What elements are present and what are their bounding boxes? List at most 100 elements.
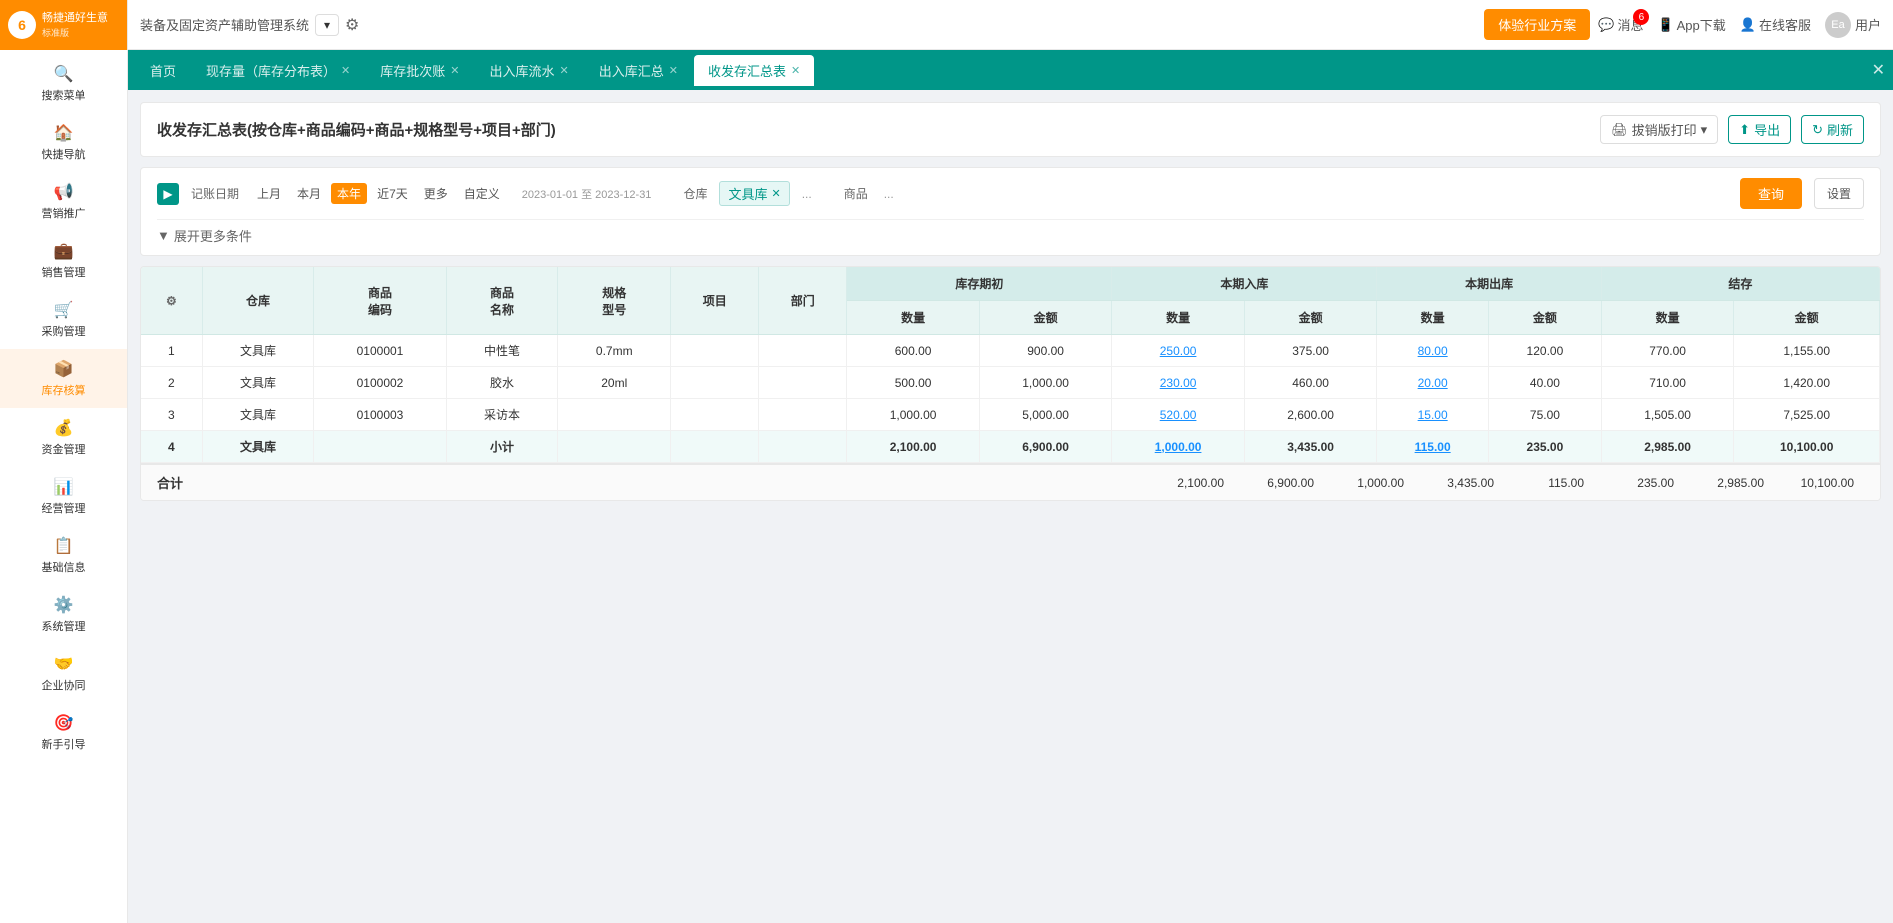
sidebar-item-quicknav[interactable]: 🏠快捷导航: [0, 113, 127, 172]
message-icon: 💬: [1598, 17, 1614, 33]
warehouse-tag[interactable]: 文具库 ✕: [719, 181, 789, 206]
td-code: [314, 431, 447, 463]
print-label: 拔销版打印: [1632, 120, 1697, 139]
tab-close-inventory_dist[interactable]: ✕: [341, 64, 350, 77]
tab-label-inventory_dist: 现存量（库存分布表）: [206, 61, 336, 80]
tab-home[interactable]: 首页: [136, 55, 190, 86]
footer-val-6: 2,985.00: [1694, 476, 1774, 490]
print-icon: 🖨: [1611, 122, 1628, 138]
sidebar-item-operations[interactable]: 📊经营管理: [0, 467, 127, 526]
date-btn-7days[interactable]: 近7天: [371, 183, 414, 204]
footer-total-label: 合计: [157, 473, 457, 492]
sidebar-menu: 🔍搜索菜单🏠快捷导航📢营销推广💼销售管理🛒采购管理📦库存核算💰资金管理📊经营管理…: [0, 50, 127, 923]
sidebar-item-marketing[interactable]: 📢营销推广: [0, 172, 127, 231]
date-btn-last-month[interactable]: 上月: [251, 183, 287, 204]
sidebar-item-basic[interactable]: 📋基础信息: [0, 526, 127, 585]
td-out-qty[interactable]: 115.00: [1377, 431, 1489, 463]
filter-bar: ▶ 记账日期 上月 本月 本年 近7天 更多 自定义 2023-01-01 至 …: [140, 167, 1881, 256]
export-btn[interactable]: ⬆ 导出: [1728, 115, 1791, 144]
warehouse-more-btn[interactable]: ...: [802, 187, 812, 201]
sidebar-item-system[interactable]: ⚙️ 系统管理: [0, 585, 127, 644]
tabbar-close-btn[interactable]: ✕: [1872, 60, 1885, 80]
message-action[interactable]: 💬 消息 6: [1598, 15, 1643, 34]
footer-val-0: 2,100.00: [1154, 476, 1234, 490]
user-action[interactable]: Ea 用户: [1825, 12, 1881, 38]
td-dept: [759, 335, 847, 367]
td-open-qty: 500.00: [847, 367, 980, 399]
system-icon: ⚙️: [54, 595, 74, 615]
app-download-action[interactable]: 📱 App下载: [1657, 15, 1725, 34]
td-in-qty[interactable]: 1,000.00: [1112, 431, 1245, 463]
td-in-qty[interactable]: 520.00: [1112, 399, 1245, 431]
tab-recv_send_summary[interactable]: 收发存汇总表✕: [694, 55, 814, 86]
sales-icon: 💼: [54, 241, 74, 261]
th-code: 商品编码: [314, 267, 447, 335]
date-btn-this-month[interactable]: 本月: [291, 183, 327, 204]
th-out-qty: 数量: [1377, 301, 1489, 335]
finance-icon: 💰: [54, 418, 74, 438]
service-label: 在线客服: [1759, 15, 1811, 34]
print-btn[interactable]: 🖨 拔销版打印 ▾: [1600, 115, 1718, 144]
td-out-qty[interactable]: 15.00: [1377, 399, 1489, 431]
tab-close-recv_send_summary[interactable]: ✕: [791, 64, 800, 77]
td-num: 4: [141, 431, 202, 463]
tab-label-in_out_flow: 出入库流水: [489, 61, 554, 80]
service-action[interactable]: 👤 在线客服: [1740, 15, 1811, 34]
td-in-qty[interactable]: 250.00: [1112, 335, 1245, 367]
td-in-qty[interactable]: 230.00: [1112, 367, 1245, 399]
td-close-qty: 1,505.00: [1601, 399, 1734, 431]
tab-in_out_summary[interactable]: 出入库汇总✕: [585, 55, 692, 86]
th-in-qty: 数量: [1112, 301, 1245, 335]
th-group-closing: 结存: [1601, 267, 1879, 301]
system-label: 系统管理: [42, 618, 86, 634]
td-name: 采访本: [446, 399, 558, 431]
date-btn-custom[interactable]: 自定义: [458, 183, 506, 204]
tab-close-batch[interactable]: ✕: [450, 64, 459, 77]
filter-toggle-btn[interactable]: ▶: [157, 183, 179, 205]
table-footer: 合计2,100.006,900.001,000.003,435.00115.00…: [141, 463, 1880, 500]
warehouse-tag-close[interactable]: ✕: [771, 187, 780, 200]
refresh-btn[interactable]: ↻ 刷新: [1801, 115, 1864, 144]
query-btn[interactable]: 查询: [1740, 178, 1802, 209]
td-open-qty: 600.00: [847, 335, 980, 367]
td-close-qty: 2,985.00: [1601, 431, 1734, 463]
data-table: ⚙ 仓库 商品编码 商品名称 规格型号 项目 部门 库存期初 本期入库 本期出库…: [141, 267, 1880, 463]
tab-close-in_out_summary[interactable]: ✕: [669, 64, 678, 77]
sidebar-item-newbie[interactable]: 🎯新手引导: [0, 703, 127, 762]
gear-icon[interactable]: ⚙: [345, 15, 359, 35]
tab-close-in_out_flow[interactable]: ✕: [560, 64, 569, 77]
expand-conditions-btn[interactable]: ▼ 展开更多条件: [157, 219, 1864, 245]
td-close-qty: 710.00: [1601, 367, 1734, 399]
settings-btn[interactable]: 设置: [1814, 178, 1864, 209]
sidebar-item-sales[interactable]: 💼销售管理: [0, 231, 127, 290]
newbie-label: 新手引导: [42, 736, 86, 752]
goods-more-btn[interactable]: ...: [884, 187, 894, 201]
td-num: 3: [141, 399, 202, 431]
page-title: 收发存汇总表(按仓库+商品编码+商品+规格型号+项目+部门): [157, 119, 556, 140]
th-out-amt: 金额: [1488, 301, 1601, 335]
sidebar-item-collab[interactable]: 🤝企业协同: [0, 644, 127, 703]
sidebar-item-search[interactable]: 🔍搜索菜单: [0, 54, 127, 113]
system-dropdown[interactable]: ▾: [315, 14, 339, 36]
topbar: 装备及固定资产辅助管理系统 ▾ ⚙ 体验行业方案 💬 消息 6 📱 App下载 …: [128, 0, 1893, 50]
inventory-label: 库存核算: [42, 382, 86, 398]
tab-batch[interactable]: 库存批次账✕: [366, 55, 473, 86]
main-area: 装备及固定资产辅助管理系统 ▾ ⚙ 体验行业方案 💬 消息 6 📱 App下载 …: [128, 0, 1893, 923]
date-btn-this-year[interactable]: 本年: [331, 183, 367, 204]
td-out-qty[interactable]: 20.00: [1377, 367, 1489, 399]
sidebar-item-purchase[interactable]: 🛒采购管理: [0, 290, 127, 349]
quicknav-label: 快捷导航: [42, 146, 86, 162]
footer-val-5: 235.00: [1604, 476, 1684, 490]
tab-in_out_flow[interactable]: 出入库流水 ✕: [475, 55, 582, 86]
sidebar-item-finance[interactable]: 💰资金管理: [0, 408, 127, 467]
tab-inventory_dist[interactable]: 现存量（库存分布表） ✕: [192, 55, 364, 86]
logo-badge: 标准版: [42, 26, 108, 39]
th-gear[interactable]: ⚙: [141, 267, 202, 335]
td-out-qty[interactable]: 80.00: [1377, 335, 1489, 367]
td-project: [671, 399, 759, 431]
td-out-amt: 75.00: [1488, 399, 1601, 431]
sidebar: 6 畅捷通好生意 标准版 🔍搜索菜单🏠快捷导航📢营销推广💼销售管理🛒采购管理📦库…: [0, 0, 128, 923]
date-btn-more[interactable]: 更多: [418, 183, 454, 204]
sidebar-item-inventory[interactable]: 📦库存核算: [0, 349, 127, 408]
experience-btn[interactable]: 体验行业方案: [1484, 9, 1590, 40]
